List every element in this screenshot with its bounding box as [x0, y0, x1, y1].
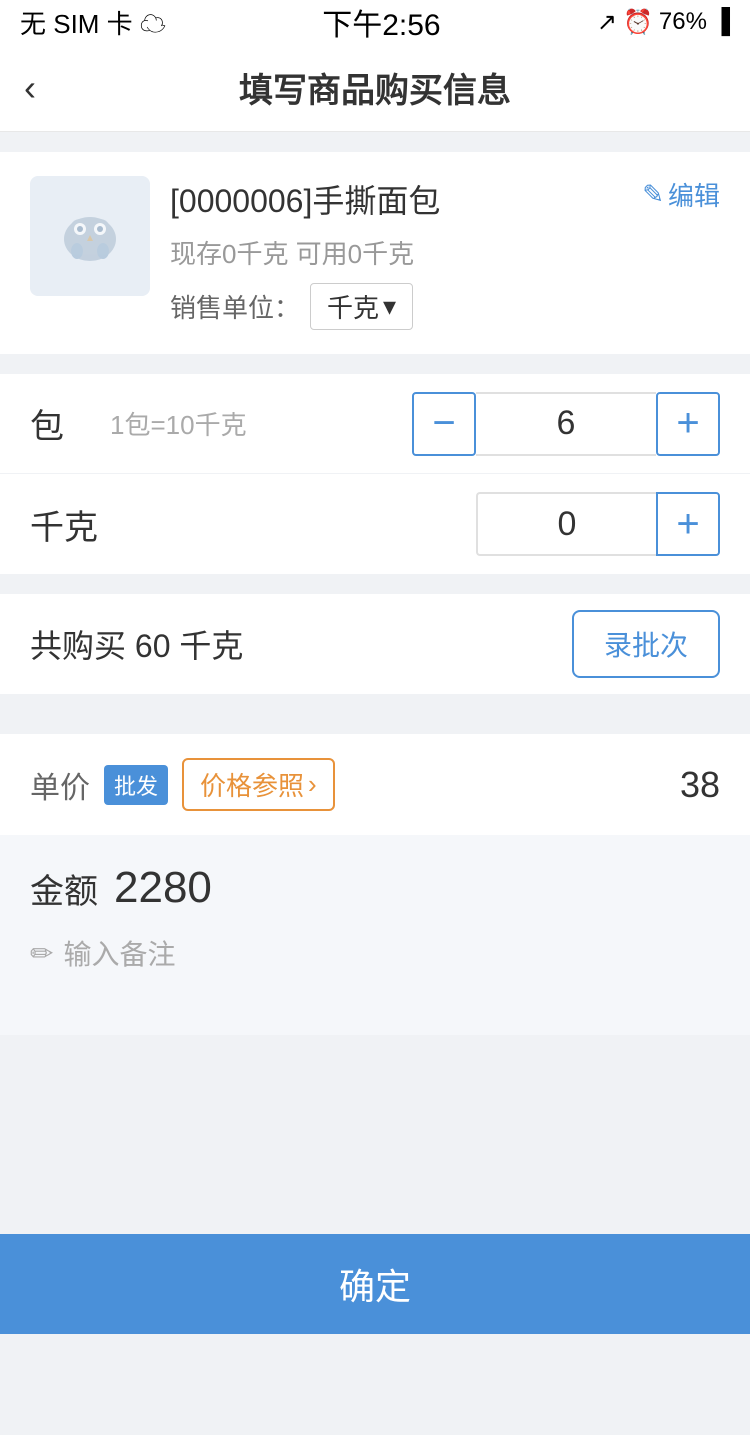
no-sim-text: 无 SIM 卡 ☁: [20, 4, 166, 41]
location-icon: ↗: [597, 8, 617, 37]
product-name: [0000006]手撕面包: [170, 176, 440, 222]
alarm-icon: ⏰: [623, 8, 653, 37]
section-divider-1: [0, 354, 750, 374]
bao-label: 包: [30, 399, 110, 448]
product-image: [30, 176, 150, 296]
confirm-button[interactable]: 确定: [0, 1234, 750, 1334]
note-icon: ✏: [30, 937, 53, 970]
price-ref-button[interactable]: 价格参照 ›: [182, 758, 335, 811]
status-right: ↗ ⏰ 76% ▐: [597, 8, 730, 37]
note-row[interactable]: ✏ 输入备注: [30, 933, 720, 973]
bao-input[interactable]: [476, 392, 656, 456]
total-row: 共购买 60 千克 录批次: [0, 594, 750, 694]
dropdown-icon: ▾: [383, 291, 396, 322]
nav-bar: ‹ 填写商品购买信息: [0, 44, 750, 132]
product-unit-row: 销售单位： 千克 ▾: [170, 283, 720, 330]
price-value: 38: [680, 764, 720, 806]
status-bar: 无 SIM 卡 ☁ 下午2:56 ↗ ⏰ 76% ▐: [0, 0, 750, 44]
batch-button[interactable]: 录批次: [572, 610, 720, 678]
amount-value: 2280: [114, 863, 212, 913]
price-ref-label: 价格参照: [200, 766, 304, 803]
amount-label: 金额: [30, 864, 98, 913]
bao-quantity-row: 包 1包=10千克 − +: [0, 374, 750, 474]
price-section: 单价 批发 价格参照 › 38: [0, 734, 750, 835]
bao-hint: 1包=10千克: [110, 405, 412, 442]
battery-icon: ▐: [713, 8, 730, 36]
product-name-row: [0000006]手撕面包 ✎ 编辑: [170, 176, 720, 222]
kg-input[interactable]: [476, 492, 656, 556]
page-title: 填写商品购买信息: [239, 63, 511, 112]
kg-quantity-row: 千克 +: [0, 474, 750, 574]
bao-minus-button[interactable]: −: [412, 392, 476, 456]
edit-label: 编辑: [668, 176, 720, 213]
price-ref-arrow-icon: ›: [308, 769, 317, 800]
product-card: [0000006]手撕面包 ✎ 编辑 现存0千克 可用0千克 销售单位： 千克 …: [0, 152, 750, 354]
amount-section: 金额 2280 ✏ 输入备注: [0, 835, 750, 1035]
product-logo-icon: [55, 201, 125, 271]
amount-row: 金额 2280: [30, 863, 720, 913]
section-divider-2: [0, 574, 750, 594]
bao-control: − +: [412, 392, 720, 456]
price-type-tag: 批发: [104, 765, 168, 805]
note-input: 输入备注: [63, 933, 175, 973]
product-stock: 现存0千克 可用0千克: [170, 234, 720, 271]
quantity-section: 包 1包=10千克 − + 千克 +: [0, 374, 750, 574]
back-button[interactable]: ‹: [24, 67, 36, 109]
status-time: 下午2:56: [322, 0, 440, 44]
edit-icon: ✎: [642, 179, 664, 210]
unit-select[interactable]: 千克 ▾: [310, 283, 413, 330]
kg-plus-button[interactable]: +: [656, 492, 720, 556]
status-left: 无 SIM 卡 ☁: [20, 4, 166, 41]
product-info: [0000006]手撕面包 ✎ 编辑 现存0千克 可用0千克 销售单位： 千克 …: [170, 176, 720, 330]
kg-label: 千克: [30, 500, 110, 549]
kg-control: +: [476, 492, 720, 556]
battery-text: 76%: [659, 8, 707, 36]
unit-value: 千克: [327, 288, 379, 325]
section-divider-3: [0, 694, 750, 714]
total-text: 共购买 60 千克: [30, 621, 243, 667]
price-row: 单价 批发 价格参照 › 38: [30, 758, 720, 811]
unit-label: 销售单位：: [170, 288, 300, 325]
price-label: 单价: [30, 763, 90, 807]
bao-plus-button[interactable]: +: [656, 392, 720, 456]
edit-button[interactable]: ✎ 编辑: [642, 176, 720, 213]
